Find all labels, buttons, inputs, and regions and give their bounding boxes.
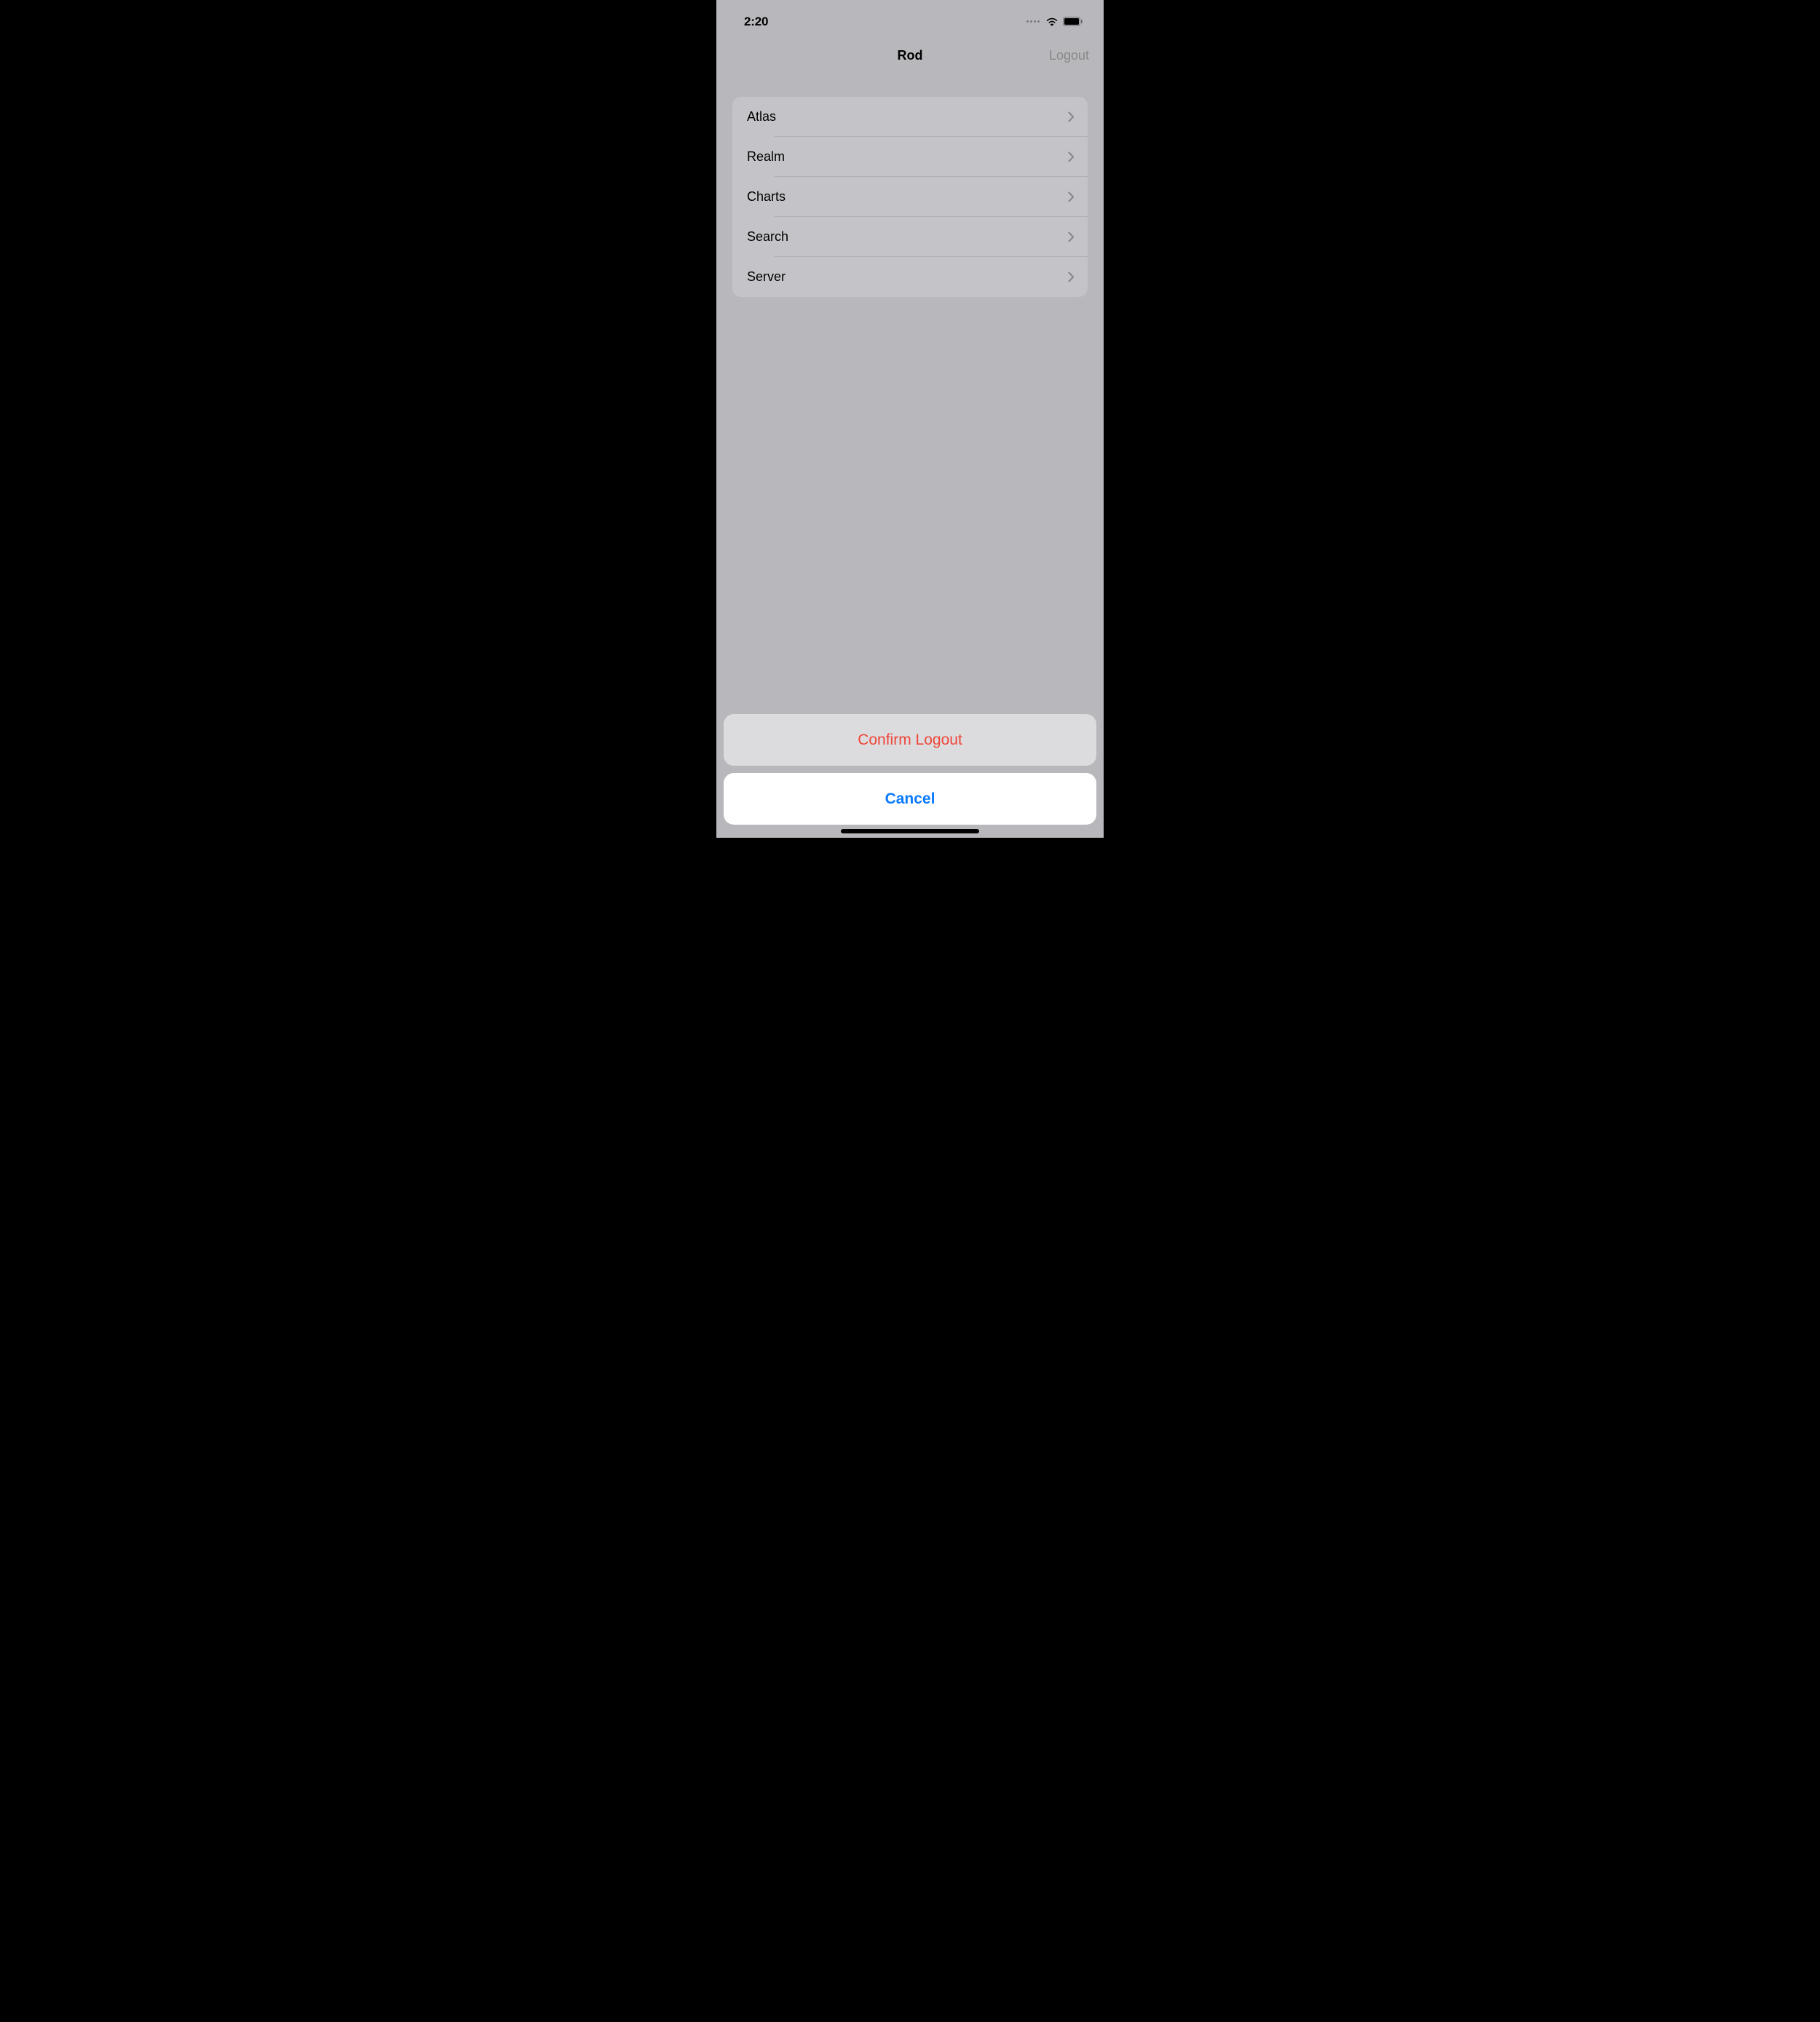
chevron-right-icon bbox=[1068, 231, 1075, 242]
page-title: Rod bbox=[898, 48, 923, 63]
signal-dots-icon bbox=[1026, 20, 1040, 23]
list-item-realm[interactable]: Realm bbox=[732, 137, 1088, 177]
list-item-label: Charts bbox=[747, 189, 786, 205]
list-item-search[interactable]: Search bbox=[732, 217, 1088, 257]
confirm-logout-button[interactable]: Confirm Logout bbox=[724, 714, 1096, 766]
home-indicator[interactable] bbox=[841, 829, 979, 833]
chevron-right-icon bbox=[1068, 271, 1075, 282]
chevron-right-icon bbox=[1068, 111, 1075, 122]
menu-list: Atlas Realm Charts Search Server bbox=[732, 97, 1088, 297]
battery-icon bbox=[1063, 17, 1083, 26]
cancel-button[interactable]: Cancel bbox=[724, 773, 1096, 825]
list-item-label: Search bbox=[747, 229, 788, 245]
wifi-icon bbox=[1045, 17, 1059, 26]
chevron-right-icon bbox=[1068, 151, 1075, 162]
list-item-charts[interactable]: Charts bbox=[732, 177, 1088, 217]
status-right bbox=[1026, 17, 1083, 26]
action-sheet-group: Confirm Logout bbox=[724, 714, 1096, 766]
list-item-label: Atlas bbox=[747, 109, 776, 124]
action-sheet: Confirm Logout Cancel bbox=[724, 714, 1096, 825]
chevron-right-icon bbox=[1068, 191, 1075, 202]
list-item-server[interactable]: Server bbox=[732, 257, 1088, 297]
list-item-label: Server bbox=[747, 269, 786, 285]
nav-bar: Rod Logout bbox=[716, 34, 1104, 76]
logout-button[interactable]: Logout bbox=[1049, 48, 1089, 63]
status-time: 2:20 bbox=[744, 15, 768, 29]
list-item-atlas[interactable]: Atlas bbox=[732, 97, 1088, 137]
status-bar: 2:20 bbox=[716, 0, 1104, 34]
phone-screen: 2:20 Rod Logout Atla bbox=[716, 0, 1104, 838]
list-item-label: Realm bbox=[747, 149, 785, 164]
